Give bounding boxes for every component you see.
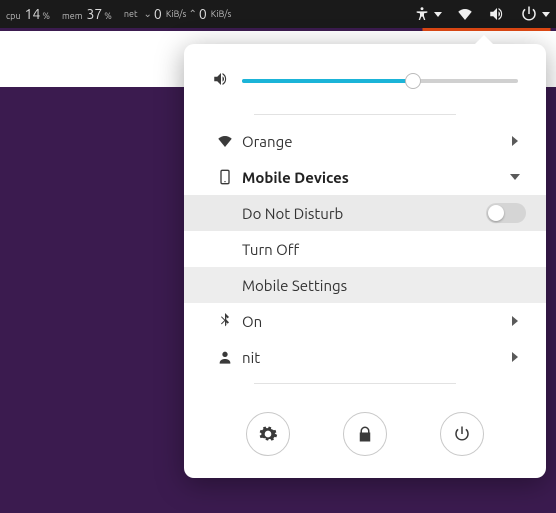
net-label: net bbox=[124, 9, 138, 19]
mobile-devices-row[interactable]: Mobile Devices bbox=[184, 159, 546, 195]
volume-row bbox=[184, 44, 546, 106]
user-label: nit bbox=[242, 349, 504, 366]
wifi-label: Orange bbox=[242, 133, 504, 150]
user-icon bbox=[208, 349, 242, 365]
wifi-icon[interactable] bbox=[456, 5, 474, 23]
mobile-settings-row[interactable]: Mobile Settings bbox=[184, 267, 546, 303]
power-icon[interactable] bbox=[520, 5, 550, 23]
power-button[interactable] bbox=[440, 412, 484, 456]
dnd-label: Do Not Disturb bbox=[242, 205, 486, 222]
net-down-unit: KiB/s bbox=[166, 9, 187, 19]
mobile-settings-label: Mobile Settings bbox=[242, 277, 526, 294]
cpu-label: cpu bbox=[6, 11, 21, 21]
cpu-stat: cpu 14 % bbox=[6, 6, 50, 22]
separator bbox=[254, 383, 456, 384]
cpu-unit: % bbox=[42, 11, 50, 21]
wifi-row[interactable]: Orange bbox=[184, 123, 546, 159]
separator bbox=[254, 114, 456, 115]
dnd-row[interactable]: Do Not Disturb bbox=[184, 195, 546, 231]
wifi-icon bbox=[208, 132, 242, 150]
mem-stat: mem 37 % bbox=[62, 6, 112, 22]
net-down-arrow: ⌄ bbox=[144, 8, 152, 20]
cpu-value: 14 bbox=[25, 6, 41, 22]
net-stat: net ⌄ 0 KiB/s ⌃ 0 KiB/s bbox=[124, 6, 232, 22]
chevron-down-icon bbox=[504, 174, 526, 180]
volume-slider[interactable] bbox=[242, 79, 518, 83]
toggle-knob bbox=[488, 205, 504, 221]
bluetooth-icon bbox=[208, 313, 242, 329]
chevron-right-icon bbox=[504, 352, 526, 362]
dnd-toggle[interactable] bbox=[486, 203, 526, 223]
chevron-right-icon bbox=[504, 136, 526, 146]
net-down-value: 0 bbox=[154, 6, 162, 22]
turn-off-label: Turn Off bbox=[242, 241, 526, 258]
accessibility-icon[interactable] bbox=[414, 6, 442, 22]
volume-slider-fill bbox=[242, 79, 413, 83]
top-panel: cpu 14 % mem 37 % net ⌄ 0 KiB/s ⌃ 0 KiB/… bbox=[0, 0, 556, 28]
volume-icon bbox=[212, 70, 230, 92]
net-up-unit: KiB/s bbox=[211, 9, 232, 19]
net-up-arrow: ⌃ bbox=[188, 8, 196, 20]
mem-unit: % bbox=[104, 11, 112, 21]
mobile-icon bbox=[208, 169, 242, 185]
turn-off-row[interactable]: Turn Off bbox=[184, 231, 546, 267]
bluetooth-row[interactable]: On bbox=[184, 303, 546, 339]
chevron-down-icon bbox=[542, 12, 550, 17]
chevron-down-icon bbox=[434, 12, 442, 17]
bottom-actions bbox=[184, 392, 546, 460]
chevron-right-icon bbox=[504, 316, 526, 326]
bluetooth-label: On bbox=[242, 313, 504, 330]
lock-button[interactable] bbox=[343, 412, 387, 456]
system-menu-popover: Orange Mobile Devices Do Not Disturb Tur… bbox=[184, 44, 546, 478]
volume-slider-thumb[interactable] bbox=[405, 73, 421, 89]
settings-button[interactable] bbox=[246, 412, 290, 456]
volume-icon[interactable] bbox=[488, 5, 506, 23]
mem-label: mem bbox=[62, 11, 83, 21]
user-row[interactable]: nit bbox=[184, 339, 546, 375]
mem-value: 37 bbox=[86, 6, 102, 22]
status-area[interactable] bbox=[414, 5, 550, 23]
mobile-devices-label: Mobile Devices bbox=[242, 169, 504, 186]
net-up-value: 0 bbox=[199, 6, 207, 22]
